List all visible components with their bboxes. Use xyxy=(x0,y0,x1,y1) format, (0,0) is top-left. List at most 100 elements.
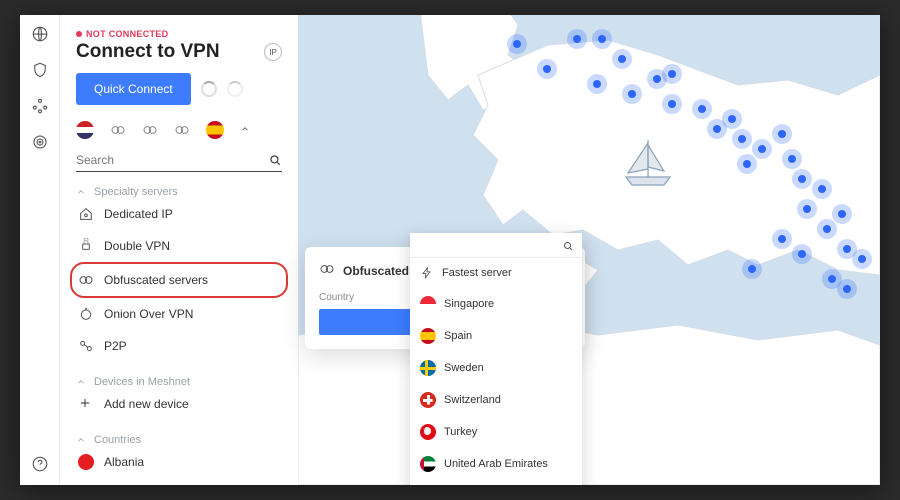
server-node[interactable] xyxy=(798,250,806,258)
section-meshnet-header[interactable]: Devices in Meshnet xyxy=(76,376,282,388)
item-label: P2P xyxy=(104,339,127,353)
section-specialty-header[interactable]: Specialty servers xyxy=(76,186,282,198)
server-node[interactable] xyxy=(843,285,851,293)
server-node[interactable] xyxy=(738,135,746,143)
server-node[interactable] xyxy=(728,115,736,123)
obfuscated-icon xyxy=(319,261,335,280)
specialty-item-double-vpn[interactable]: Double VPN xyxy=(76,230,282,262)
dropdown-search[interactable] xyxy=(410,233,582,258)
dropdown-item[interactable]: Sweden xyxy=(410,352,582,384)
specialty-item-p2p[interactable]: P2P xyxy=(76,330,282,362)
server-node[interactable] xyxy=(788,155,796,163)
double-vpn-icon xyxy=(78,238,94,254)
obfuscated-icon xyxy=(78,272,94,288)
dropdown-item[interactable]: Turkey xyxy=(410,416,582,448)
server-node[interactable] xyxy=(668,70,676,78)
p2p-icon xyxy=(78,338,94,354)
server-node[interactable] xyxy=(803,205,811,213)
server-node[interactable] xyxy=(513,40,521,48)
section-label: Devices in Meshnet xyxy=(94,376,190,388)
dropdown-item[interactable]: Singapore xyxy=(410,288,582,320)
home-ip-icon xyxy=(78,206,94,222)
plus-icon xyxy=(78,396,94,412)
flag-al-icon xyxy=(78,454,94,470)
section-label: Countries xyxy=(94,434,141,446)
country-item-albania[interactable]: Albania xyxy=(76,446,282,478)
flag-us-icon[interactable] xyxy=(76,121,94,139)
flag-ch-icon xyxy=(420,392,436,408)
server-node[interactable] xyxy=(593,80,601,88)
specialty-item-dedicated-ip[interactable]: Dedicated IP xyxy=(76,198,282,230)
item-label: Albania xyxy=(104,455,144,469)
item-label: Singapore xyxy=(444,298,494,310)
shield-icon[interactable] xyxy=(31,61,49,79)
server-node[interactable] xyxy=(858,255,866,263)
connection-status: NOT CONNECTED xyxy=(76,29,282,39)
search-input[interactable] xyxy=(76,153,268,167)
flag-es-icon[interactable] xyxy=(206,121,224,139)
item-label: Obfuscated servers xyxy=(104,273,208,287)
server-node[interactable] xyxy=(798,175,806,183)
search-icon[interactable] xyxy=(268,153,282,167)
server-node[interactable] xyxy=(628,90,636,98)
flag-ae-icon xyxy=(420,456,436,472)
page-title: Connect to VPN xyxy=(76,41,220,63)
server-node[interactable] xyxy=(668,100,676,108)
obfuscated-icon[interactable] xyxy=(142,122,158,138)
mesh-icon[interactable] xyxy=(31,97,49,115)
refresh-icon[interactable] xyxy=(227,81,243,97)
server-node[interactable] xyxy=(818,185,826,193)
server-node[interactable] xyxy=(653,75,661,83)
target-icon[interactable] xyxy=(31,133,49,151)
help-icon[interactable] xyxy=(31,455,49,473)
app-window: NOT CONNECTED Connect to VPN IP Quick Co… xyxy=(20,15,880,485)
mini-nav xyxy=(20,15,60,485)
sailboat-icon xyxy=(618,135,678,195)
item-label: Turkey xyxy=(444,426,477,438)
server-node[interactable] xyxy=(838,210,846,218)
dropdown-item[interactable]: Switzerland xyxy=(410,384,582,416)
quick-connect-button[interactable]: Quick Connect xyxy=(76,73,191,105)
item-label: Fastest server xyxy=(442,267,512,279)
globe-icon[interactable] xyxy=(31,25,49,43)
specialty-item-onion[interactable]: Onion Over VPN xyxy=(76,298,282,330)
server-node[interactable] xyxy=(598,35,606,43)
search-bar[interactable] xyxy=(76,153,282,172)
meshnet-add-device[interactable]: Add new device xyxy=(76,388,282,420)
dropdown-fastest[interactable]: Fastest server xyxy=(410,258,582,288)
server-node[interactable] xyxy=(543,65,551,73)
dropdown-item[interactable]: United Arab Emirates xyxy=(410,448,582,480)
server-node[interactable] xyxy=(823,225,831,233)
server-node[interactable] xyxy=(778,235,786,243)
server-node[interactable] xyxy=(748,265,756,273)
server-node[interactable] xyxy=(698,105,706,113)
specialty-item-obfuscated[interactable]: Obfuscated servers xyxy=(70,262,288,298)
status-label: NOT CONNECTED xyxy=(86,29,168,39)
flag-tr-icon xyxy=(420,424,436,440)
recent-flags-row xyxy=(76,121,282,139)
dropdown-item[interactable]: United Kingdom xyxy=(410,480,582,485)
section-label: Specialty servers xyxy=(94,186,178,198)
server-node[interactable] xyxy=(713,125,721,133)
chevron-up-icon[interactable] xyxy=(240,121,250,139)
server-node[interactable] xyxy=(743,160,751,168)
pause-icon[interactable] xyxy=(201,81,217,97)
server-node[interactable] xyxy=(828,275,836,283)
dropdown-item[interactable]: Spain xyxy=(410,320,582,352)
popover-title: Obfuscated s xyxy=(343,264,419,278)
obfuscated-icon[interactable] xyxy=(174,122,190,138)
item-label: United Arab Emirates xyxy=(444,458,548,470)
item-label: Dedicated IP xyxy=(104,207,173,221)
server-node[interactable] xyxy=(573,35,581,43)
item-label: Add new device xyxy=(104,397,189,411)
ip-badge[interactable]: IP xyxy=(264,43,282,61)
server-node[interactable] xyxy=(758,145,766,153)
server-node[interactable] xyxy=(618,55,626,63)
server-node[interactable] xyxy=(778,130,786,138)
server-node[interactable] xyxy=(843,245,851,253)
obfuscated-icon[interactable] xyxy=(110,122,126,138)
item-label: Sweden xyxy=(444,362,484,374)
item-label: Spain xyxy=(444,330,472,342)
item-label: Onion Over VPN xyxy=(104,307,193,321)
section-countries-header[interactable]: Countries xyxy=(76,434,282,446)
